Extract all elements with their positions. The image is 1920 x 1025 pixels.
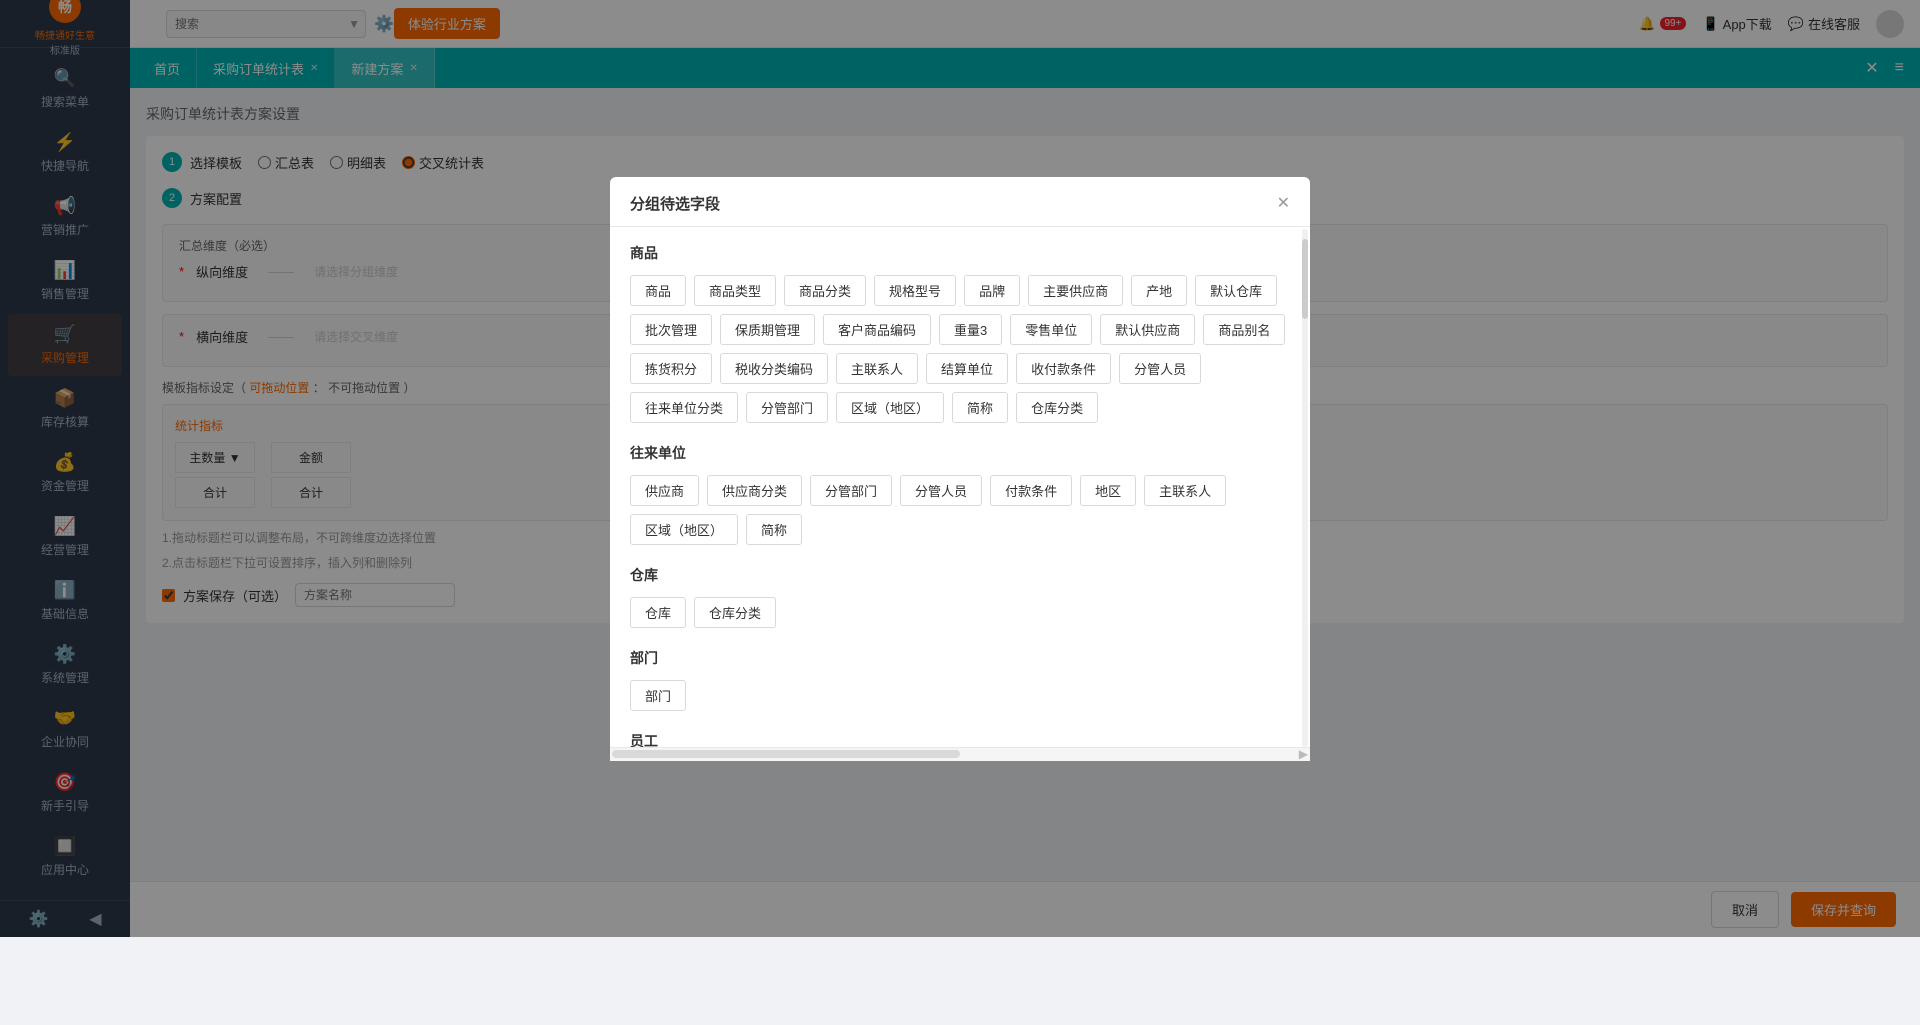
field-group-dept-title: 部门 [630, 648, 1296, 668]
modal-close-button[interactable]: ✕ [1277, 193, 1290, 213]
field-select-modal: 分组待选字段 ✕ 商品 商品 商品类型 商品分类 规格型号 品牌 主要供应商 产… [610, 177, 1310, 761]
chip-product-20[interactable]: 分管人员 [1119, 353, 1201, 384]
field-group-staff: 员工 业务员 [630, 731, 1296, 747]
field-group-staff-title: 员工 [630, 731, 1296, 747]
chip-product-9[interactable]: 保质期管理 [720, 314, 815, 345]
chip-partner-0[interactable]: 供应商 [630, 475, 699, 506]
field-chips-partner: 供应商 供应商分类 分管部门 分管人员 付款条件 地区 主联系人 区域（地区） … [630, 475, 1296, 545]
field-chips-product: 商品 商品类型 商品分类 规格型号 品牌 主要供应商 产地 默认仓库 批次管理 … [630, 275, 1296, 423]
field-group-warehouse-title: 仓库 [630, 565, 1296, 585]
chip-product-21[interactable]: 往来单位分类 [630, 392, 738, 423]
chip-warehouse-1[interactable]: 仓库分类 [694, 597, 776, 628]
chip-product-17[interactable]: 主联系人 [836, 353, 918, 384]
modal-title: 分组待选字段 [630, 193, 720, 214]
chip-partner-6[interactable]: 主联系人 [1144, 475, 1226, 506]
field-group-warehouse: 仓库 仓库 仓库分类 [630, 565, 1296, 628]
chip-product-25[interactable]: 仓库分类 [1016, 392, 1098, 423]
chip-product-14[interactable]: 商品别名 [1203, 314, 1285, 345]
field-group-product-title: 商品 [630, 243, 1296, 263]
chip-product-16[interactable]: 税收分类编码 [720, 353, 828, 384]
chip-product-3[interactable]: 规格型号 [874, 275, 956, 306]
chip-product-0[interactable]: 商品 [630, 275, 686, 306]
field-group-product: 商品 商品 商品类型 商品分类 规格型号 品牌 主要供应商 产地 默认仓库 批次… [630, 243, 1296, 423]
chip-product-24[interactable]: 简称 [952, 392, 1008, 423]
chip-product-23[interactable]: 区域（地区） [836, 392, 944, 423]
chip-partner-5[interactable]: 地区 [1080, 475, 1136, 506]
chip-product-11[interactable]: 重量3 [939, 314, 1002, 345]
chip-product-15[interactable]: 拣货积分 [630, 353, 712, 384]
field-chips-dept: 部门 [630, 680, 1296, 711]
chip-dept-0[interactable]: 部门 [630, 680, 686, 711]
chip-partner-8[interactable]: 简称 [746, 514, 802, 545]
field-chips-warehouse: 仓库 仓库分类 [630, 597, 1296, 628]
modal-hscrollbar-thumb [612, 750, 960, 758]
modal-vscrollbar-thumb [1302, 239, 1308, 319]
modal-body: 商品 商品 商品类型 商品分类 规格型号 品牌 主要供应商 产地 默认仓库 批次… [610, 227, 1310, 747]
chip-warehouse-0[interactable]: 仓库 [630, 597, 686, 628]
modal-header: 分组待选字段 ✕ [610, 177, 1310, 227]
chip-product-18[interactable]: 结算单位 [926, 353, 1008, 384]
chip-product-7[interactable]: 默认仓库 [1195, 275, 1277, 306]
chip-product-6[interactable]: 产地 [1131, 275, 1187, 306]
modal-hscrollbar[interactable]: ▶ [610, 747, 1310, 761]
chip-partner-2[interactable]: 分管部门 [810, 475, 892, 506]
chip-partner-1[interactable]: 供应商分类 [707, 475, 802, 506]
chip-product-19[interactable]: 收付款条件 [1016, 353, 1111, 384]
chip-product-10[interactable]: 客户商品编码 [823, 314, 931, 345]
field-group-partner-title: 往来单位 [630, 443, 1296, 463]
chip-product-1[interactable]: 商品类型 [694, 275, 776, 306]
chip-partner-4[interactable]: 付款条件 [990, 475, 1072, 506]
hscroll-right-arrow[interactable]: ▶ [1299, 747, 1308, 761]
chip-partner-7[interactable]: 区域（地区） [630, 514, 738, 545]
chip-product-22[interactable]: 分管部门 [746, 392, 828, 423]
chip-product-13[interactable]: 默认供应商 [1100, 314, 1195, 345]
field-group-partner: 往来单位 供应商 供应商分类 分管部门 分管人员 付款条件 地区 主联系人 区域… [630, 443, 1296, 545]
modal-vscrollbar[interactable] [1302, 229, 1308, 747]
chip-product-8[interactable]: 批次管理 [630, 314, 712, 345]
chip-product-12[interactable]: 零售单位 [1010, 314, 1092, 345]
chip-partner-3[interactable]: 分管人员 [900, 475, 982, 506]
modal-overlay: 分组待选字段 ✕ 商品 商品 商品类型 商品分类 规格型号 品牌 主要供应商 产… [0, 0, 1920, 937]
chip-product-4[interactable]: 品牌 [964, 275, 1020, 306]
chip-product-2[interactable]: 商品分类 [784, 275, 866, 306]
field-group-dept: 部门 部门 [630, 648, 1296, 711]
chip-product-5[interactable]: 主要供应商 [1028, 275, 1123, 306]
